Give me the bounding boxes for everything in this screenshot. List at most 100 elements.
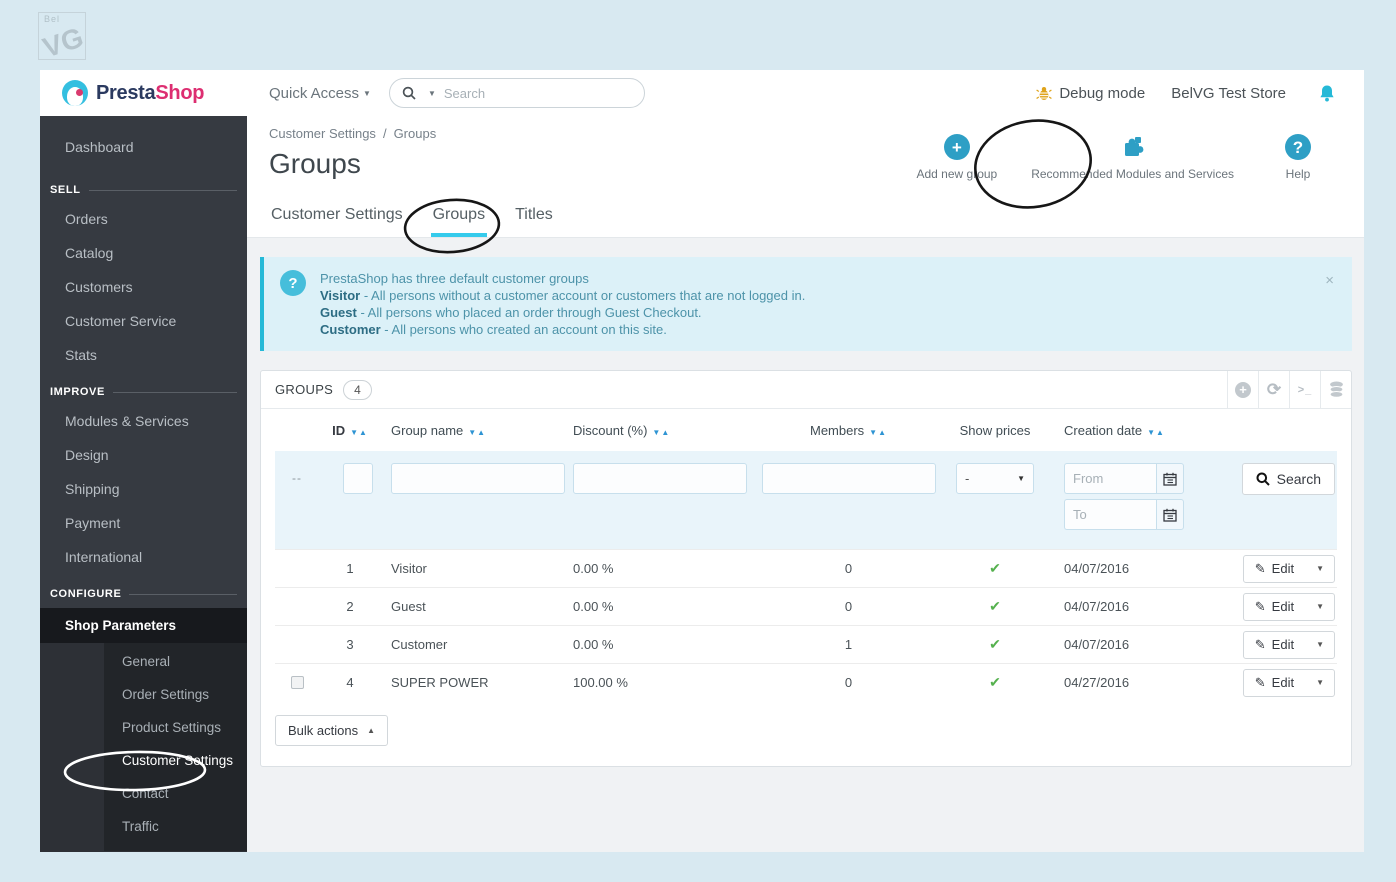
table-row[interactable]: 3 Customer 0.00 % 1 ✔ 04/07/2016 ✎ Edit ▼ bbox=[275, 625, 1337, 663]
debug-mode-label: Debug mode bbox=[1059, 84, 1146, 102]
sort-icons[interactable]: ▼▲ bbox=[350, 428, 368, 437]
table-header-row: ID ▼▲ Group name ▼▲ Discount (%) ▼▲ Members… bbox=[275, 409, 1337, 451]
sidebar-item-customer-settings[interactable]: Customer Settings bbox=[104, 744, 247, 777]
filter-group-name-input[interactable] bbox=[391, 463, 565, 494]
row-discount: 0.00 % bbox=[573, 561, 614, 576]
pencil-icon: ✎ bbox=[1254, 598, 1266, 614]
sidebar-item-traffic[interactable]: Traffic bbox=[104, 810, 247, 843]
filter-members-input[interactable] bbox=[761, 463, 936, 494]
sort-icons[interactable]: ▼▲ bbox=[1147, 428, 1165, 437]
sort-icons[interactable]: ▼▲ bbox=[468, 428, 486, 437]
filter-date-cell bbox=[1054, 463, 1222, 535]
quick-access-menu[interactable]: Quick Access ▼ bbox=[269, 85, 371, 102]
calendar-icon bbox=[1163, 472, 1177, 486]
row-members: 0 bbox=[844, 561, 853, 576]
edit-split-button[interactable]: ✎ Edit ▼ bbox=[1242, 592, 1335, 621]
edit-button[interactable]: ✎ Edit bbox=[1244, 599, 1303, 615]
tab-customer-settings[interactable]: Customer Settings bbox=[269, 200, 405, 237]
filter-discount-cell bbox=[571, 463, 761, 494]
info-desc: - All persons who created an account on … bbox=[380, 322, 667, 337]
export-button[interactable] bbox=[1320, 370, 1351, 409]
sort-icons[interactable]: ▼▲ bbox=[869, 428, 887, 437]
shop-parameters-submenu: General Order Settings Product Settings … bbox=[104, 643, 247, 851]
prestashop-logo[interactable]: PrestaShop bbox=[40, 80, 247, 106]
row-actions: ✎ Edit ▼ bbox=[1222, 630, 1337, 659]
row-id: 2 bbox=[346, 599, 354, 614]
breadcrumb-parent[interactable]: Customer Settings bbox=[269, 126, 376, 141]
sidebar-item-international[interactable]: International bbox=[40, 540, 247, 574]
sidebar: Dashboard SELL Orders Catalog Customers … bbox=[40, 116, 247, 852]
bug-icon bbox=[1036, 86, 1053, 100]
panel-toolbar: + ⟳ >_ bbox=[1227, 370, 1351, 409]
info-box: ? PrestaShop has three default customer … bbox=[260, 257, 1352, 351]
edit-button[interactable]: ✎ Edit bbox=[1244, 675, 1303, 691]
debug-mode-indicator[interactable]: Debug mode bbox=[1036, 85, 1145, 102]
add-record-button[interactable]: + bbox=[1227, 370, 1258, 409]
sidebar-item-design[interactable]: Design bbox=[40, 438, 247, 472]
chevron-up-icon: ▲ bbox=[367, 726, 376, 735]
edit-dropdown-toggle[interactable]: ▼ bbox=[1310, 564, 1334, 573]
search-button[interactable]: Search bbox=[1241, 463, 1335, 495]
sidebar-item-dashboard[interactable]: Dashboard bbox=[40, 130, 247, 164]
column-label: Group name bbox=[391, 422, 464, 438]
admin-window: PrestaShop Quick Access▼ ▼ Debug mode Be… bbox=[40, 70, 1364, 852]
edit-button[interactable]: ✎ Edit bbox=[1244, 561, 1303, 577]
search-scope-caret-icon[interactable]: ▼ bbox=[428, 89, 436, 98]
row-checkbox[interactable] bbox=[290, 676, 304, 689]
sidebar-item-shipping[interactable]: Shipping bbox=[40, 472, 247, 506]
recommended-modules-button[interactable]: Recommended Modules and Services bbox=[1031, 134, 1234, 181]
header-discount: Discount (%) ▼▲ bbox=[571, 423, 761, 438]
help-button[interactable]: ? Help bbox=[1268, 134, 1328, 181]
tab-titles[interactable]: Titles bbox=[513, 200, 555, 237]
row-creation-date: 04/07/2016 bbox=[1064, 561, 1130, 576]
filter-id-input[interactable] bbox=[343, 463, 373, 494]
sidebar-item-modules-services[interactable]: Modules & Services bbox=[40, 404, 247, 438]
sidebar-item-orders[interactable]: Orders bbox=[40, 202, 247, 236]
app-body: Dashboard SELL Orders Catalog Customers … bbox=[40, 116, 1364, 852]
edit-button[interactable]: ✎ Edit bbox=[1244, 637, 1303, 653]
sidebar-item-general[interactable]: General bbox=[104, 645, 247, 678]
sidebar-item-shop-parameters[interactable]: Shop Parameters bbox=[40, 608, 247, 643]
table-row[interactable]: 4 SUPER POWER 100.00 % 0 ✔ 04/27/2016 ✎ E… bbox=[275, 663, 1337, 701]
sidebar-item-contact[interactable]: Contact bbox=[104, 777, 247, 810]
sidebar-item-catalog[interactable]: Catalog bbox=[40, 236, 247, 270]
edit-split-button[interactable]: ✎ Edit ▼ bbox=[1242, 554, 1335, 583]
topbar: PrestaShop Quick Access▼ ▼ Debug mode Be… bbox=[40, 70, 1364, 116]
info-term: Customer bbox=[320, 322, 381, 337]
add-new-group-button[interactable]: + Add new group bbox=[916, 134, 997, 181]
sidebar-item-product-settings[interactable]: Product Settings bbox=[104, 711, 247, 744]
close-icon[interactable]: × bbox=[1325, 273, 1334, 288]
edit-dropdown-toggle[interactable]: ▼ bbox=[1310, 602, 1334, 611]
global-search[interactable]: ▼ bbox=[388, 78, 645, 108]
calendar-button[interactable] bbox=[1156, 499, 1184, 530]
sidebar-item-customers[interactable]: Customers bbox=[40, 270, 247, 304]
tab-groups[interactable]: Groups bbox=[430, 200, 488, 237]
sidebar-item-customer-service[interactable]: Customer Service bbox=[40, 304, 247, 338]
filter-date-from-input[interactable] bbox=[1064, 463, 1156, 494]
groups-panel-header: GROUPS 4 + ⟳ >_ bbox=[261, 370, 1351, 409]
search-input[interactable] bbox=[443, 85, 594, 101]
table-row[interactable]: 1 Visitor 0.00 % 0 ✔ 04/07/2016 ✎ Edit ▼ bbox=[275, 549, 1337, 587]
bulk-actions-button[interactable]: Bulk actions ▲ bbox=[275, 715, 389, 746]
notifications-button[interactable] bbox=[1318, 84, 1336, 103]
sidebar-item-payment[interactable]: Payment bbox=[40, 506, 247, 540]
filter-date-to-input[interactable] bbox=[1064, 499, 1156, 530]
store-name[interactable]: BelVG Test Store bbox=[1171, 85, 1286, 102]
calendar-button[interactable] bbox=[1156, 463, 1184, 494]
edit-dropdown-toggle[interactable]: ▼ bbox=[1310, 640, 1334, 649]
refresh-button[interactable]: ⟳ bbox=[1258, 370, 1289, 409]
search-button-label: Search bbox=[1276, 471, 1321, 487]
topbar-main: Quick Access▼ ▼ Debug mode BelVG Test St… bbox=[247, 78, 1364, 108]
filter-discount-input[interactable] bbox=[573, 463, 747, 494]
row-discount: 0.00 % bbox=[573, 637, 614, 652]
edit-split-button[interactable]: ✎ Edit ▼ bbox=[1242, 668, 1335, 697]
edit-split-button[interactable]: ✎ Edit ▼ bbox=[1242, 630, 1335, 659]
groups-table: ID ▼▲ Group name ▼▲ Discount (%) ▼▲ Members… bbox=[261, 409, 1351, 701]
sidebar-item-stats[interactable]: Stats bbox=[40, 338, 247, 372]
sort-icons[interactable]: ▼▲ bbox=[652, 428, 670, 437]
filter-show-prices-select[interactable]: - ▼ bbox=[956, 463, 1034, 494]
sidebar-item-order-settings[interactable]: Order Settings bbox=[104, 678, 247, 711]
edit-dropdown-toggle[interactable]: ▼ bbox=[1310, 678, 1334, 687]
table-row[interactable]: 2 Guest 0.00 % 0 ✔ 04/07/2016 ✎ Edit ▼ bbox=[275, 587, 1337, 625]
sql-query-button[interactable]: >_ bbox=[1289, 370, 1320, 409]
